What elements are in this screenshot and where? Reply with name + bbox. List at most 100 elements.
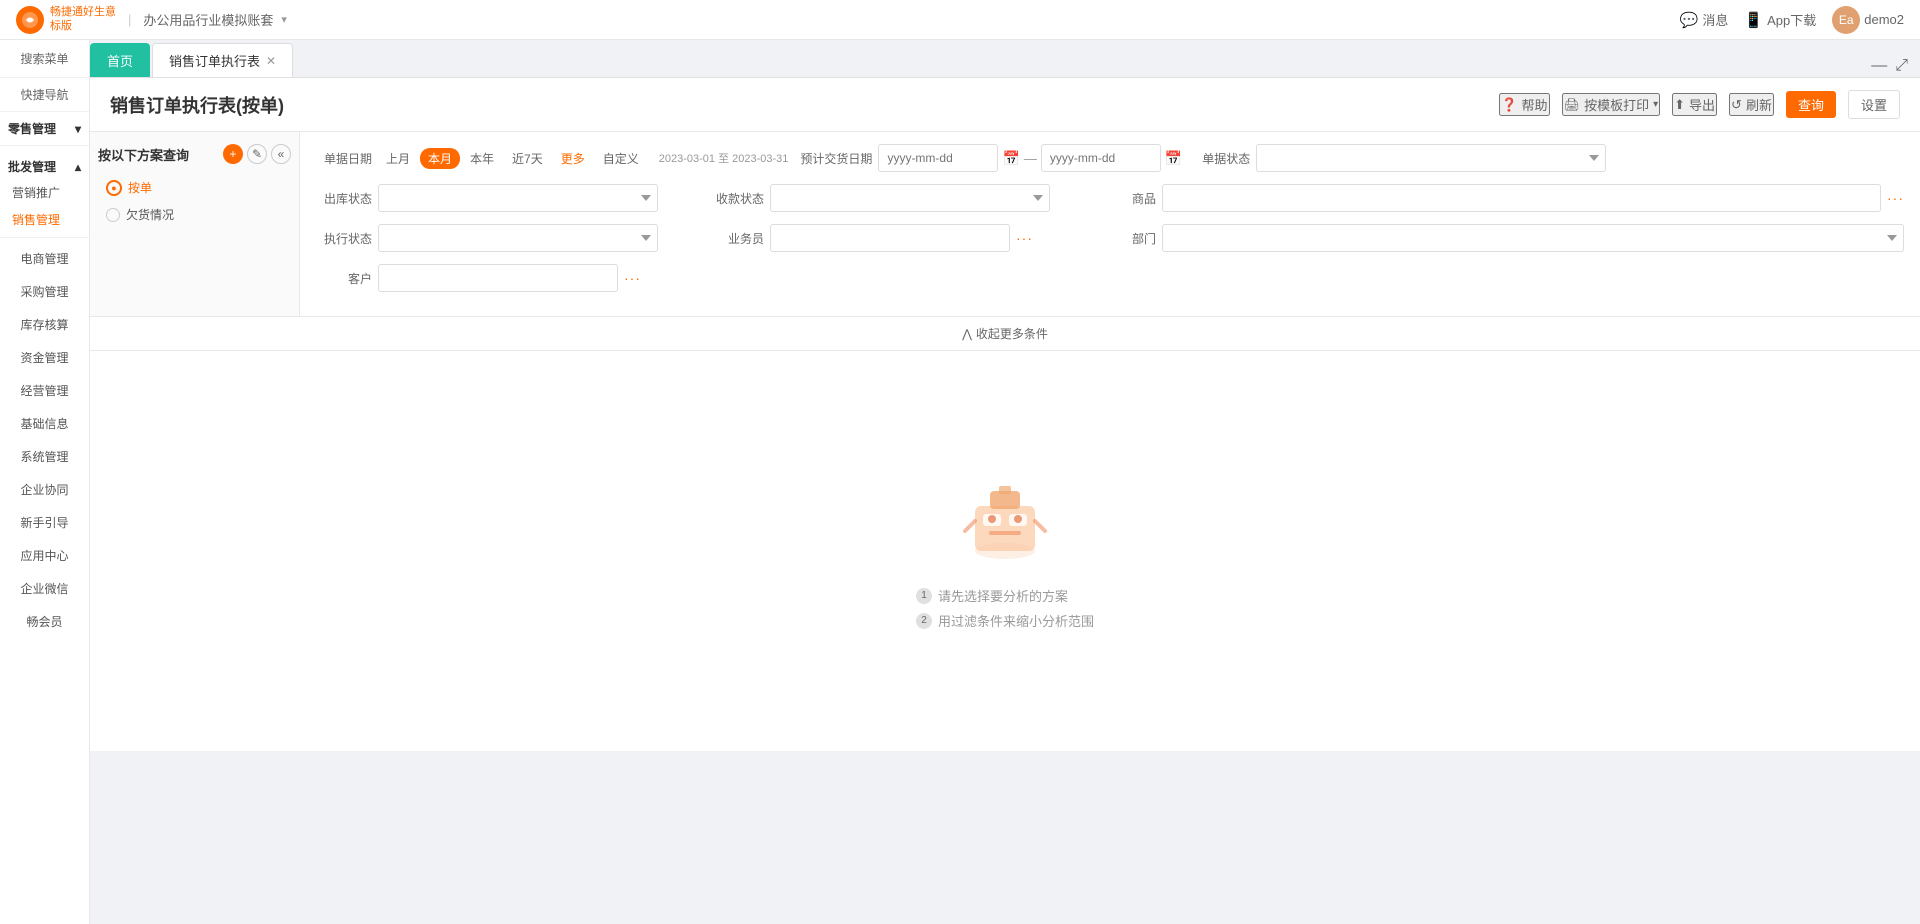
date-tab-custom[interactable]: 自定义 bbox=[595, 148, 647, 169]
avatar: Ea bbox=[1832, 6, 1860, 34]
logo-text: 畅捷通好生意 标版 bbox=[50, 6, 116, 32]
sidebar-subitem-sales[interactable]: 销售管理 bbox=[0, 206, 89, 233]
download-icon: 📱 bbox=[1744, 11, 1763, 29]
collapse-scheme-btn[interactable]: « bbox=[271, 144, 291, 164]
page-content: 销售订单执行表(按单) ❓ 帮助 🖨 按模板打印 ▾ ⬆ 导出 bbox=[90, 78, 1920, 924]
expected-date-range: 📅 — 📅 bbox=[878, 144, 1182, 172]
status-select[interactable] bbox=[1256, 144, 1606, 172]
sidebar-item-newbie[interactable]: 新手引导 bbox=[0, 506, 89, 539]
print-icon: 🖨 bbox=[1564, 97, 1581, 113]
filter-scheme-header: 按以下方案查询 + ✎ « bbox=[98, 144, 291, 164]
empty-tip-1: 1 请先选择要分析的方案 bbox=[916, 586, 1094, 605]
scheme-active-icon: ● bbox=[106, 180, 122, 196]
tab-minimize-icon[interactable]: — bbox=[1871, 57, 1887, 75]
query-btn[interactable]: 查询 bbox=[1786, 91, 1836, 118]
sidebar-item-ops[interactable]: 经营管理 bbox=[0, 374, 89, 407]
date-tab-last-month[interactable]: 上月 bbox=[378, 148, 418, 169]
sidebar-item-system[interactable]: 系统管理 bbox=[0, 440, 89, 473]
refresh-btn[interactable]: ↺ 刷新 bbox=[1729, 93, 1774, 116]
add-scheme-btn[interactable]: + bbox=[223, 144, 243, 164]
title-actions: ❓ 帮助 🖨 按模板打印 ▾ ⬆ 导出 ↺ 刷新 bbox=[1499, 90, 1900, 119]
message-btn[interactable]: 💬 消息 bbox=[1680, 10, 1729, 29]
goods-input[interactable] bbox=[1162, 184, 1881, 212]
tab-home[interactable]: 首页 bbox=[90, 43, 150, 77]
sidebar-group-wholesale: 批发管理 ▴ 营销推广 销售管理 bbox=[0, 150, 89, 238]
sidebar-item-wholesale[interactable]: 批发管理 ▴ bbox=[0, 150, 89, 179]
sidebar-item-wechat[interactable]: 企业微信 bbox=[0, 572, 89, 605]
edit-scheme-btn[interactable]: ✎ bbox=[247, 144, 267, 164]
collapse-conditions-btn[interactable]: ⋀ 收起更多条件 bbox=[962, 325, 1048, 342]
sidebar-item-basic[interactable]: 基础信息 bbox=[0, 407, 89, 440]
payment-status-select[interactable] bbox=[770, 184, 1050, 212]
app-title-dropdown-icon[interactable]: ▾ bbox=[281, 13, 287, 26]
print-btn[interactable]: 🖨 按模板打印 ▾ bbox=[1562, 93, 1661, 116]
filter-expected-date-field: 预计交货日期 📅 — 📅 bbox=[800, 144, 1182, 172]
export-icon: ⬆ bbox=[1674, 97, 1685, 113]
salesperson-input[interactable] bbox=[770, 224, 1010, 252]
filter-exec-status-field: 执行状态 bbox=[316, 224, 696, 252]
dept-select[interactable] bbox=[1162, 224, 1904, 252]
out-status-select[interactable] bbox=[378, 184, 658, 212]
calendar-start-icon[interactable]: 📅 bbox=[1002, 150, 1019, 167]
sidebar-item-ecommerce[interactable]: 电商管理 bbox=[0, 242, 89, 275]
date-tab-this-month[interactable]: 本月 bbox=[420, 148, 460, 169]
main-layout: 搜索菜单 快捷导航 零售管理 ▾ 批发管理 ▴ 营销推广 销售管理 电商管理 采… bbox=[0, 40, 1920, 924]
header-left: 畅捷通好生意 标版 | 办公用品行业模拟账套 ▾ bbox=[16, 6, 287, 34]
tab-sales-exec[interactable]: 销售订单执行表 ✕ bbox=[152, 43, 293, 77]
expected-date-start[interactable] bbox=[878, 144, 998, 172]
filter-row-2: 出库状态 收款状态 商品 bbox=[316, 184, 1904, 212]
tab-close-icon[interactable]: ✕ bbox=[266, 54, 276, 68]
sidebar: 搜索菜单 快捷导航 零售管理 ▾ 批发管理 ▴ 营销推广 销售管理 电商管理 采… bbox=[0, 40, 90, 924]
scheme-item-press[interactable]: ● 按单 bbox=[98, 174, 291, 201]
empty-state: 1 请先选择要分析的方案 2 用过滤条件来缩小分析范围 bbox=[90, 351, 1920, 751]
empty-tip-2: 2 用过滤条件来缩小分析范围 bbox=[916, 611, 1094, 630]
sidebar-item-purchase[interactable]: 采购管理 bbox=[0, 275, 89, 308]
sidebar-item-retail[interactable]: 零售管理 ▾ bbox=[0, 112, 89, 141]
logo-area: 畅捷通好生意 标版 bbox=[16, 6, 116, 34]
customer-more-icon[interactable]: ··· bbox=[624, 270, 641, 286]
settings-btn[interactable]: 设置 bbox=[1848, 90, 1900, 119]
date-tab-this-year[interactable]: 本年 bbox=[462, 148, 502, 169]
tab-bar-actions: — ⤢ bbox=[1871, 57, 1920, 77]
date-range-display: 2023-03-01 至 2023-03-31 bbox=[659, 150, 789, 166]
expected-date-end[interactable] bbox=[1041, 144, 1161, 172]
scheme-item-debt[interactable]: 欠货情况 bbox=[98, 201, 291, 228]
sidebar-search[interactable]: 搜索菜单 bbox=[0, 40, 89, 78]
header-right: 💬 消息 📱 App下载 Ea demo2 bbox=[1680, 6, 1904, 34]
date-tab-last7[interactable]: 近7天 bbox=[504, 148, 551, 169]
calendar-end-icon[interactable]: 📅 bbox=[1165, 150, 1182, 167]
help-icon: ❓ bbox=[1501, 97, 1517, 113]
collapse-arrow-icon: ⋀ bbox=[962, 327, 972, 341]
date-tabs: 上月 本月 本年 近7天 更多 自定义 bbox=[378, 148, 647, 169]
sidebar-item-member[interactable]: 畅会员 bbox=[0, 605, 89, 638]
date-tab-more[interactable]: 更多 bbox=[553, 148, 593, 169]
app-download-btn[interactable]: 📱 App下载 bbox=[1744, 10, 1816, 29]
logo-icon bbox=[16, 6, 44, 34]
empty-tips: 1 请先选择要分析的方案 2 用过滤条件来缩小分析范围 bbox=[916, 586, 1094, 636]
filter-goods-field: 商品 ··· bbox=[1100, 184, 1904, 212]
sidebar-item-inventory[interactable]: 库存核算 bbox=[0, 308, 89, 341]
message-icon: 💬 bbox=[1680, 11, 1699, 29]
goods-more-icon[interactable]: ··· bbox=[1887, 190, 1904, 206]
exec-status-select[interactable] bbox=[378, 224, 658, 252]
user-menu[interactable]: Ea demo2 bbox=[1832, 6, 1904, 34]
sidebar-item-appstore[interactable]: 应用中心 bbox=[0, 539, 89, 572]
page-title-bar: 销售订单执行表(按单) ❓ 帮助 🖨 按模板打印 ▾ ⬆ 导出 bbox=[90, 78, 1920, 132]
sidebar-group-retail: 零售管理 ▾ bbox=[0, 112, 89, 146]
sidebar-subitem-marketing[interactable]: 营销推广 bbox=[0, 179, 89, 206]
salesperson-more-icon[interactable]: ··· bbox=[1016, 230, 1033, 246]
filter-salesperson-field: 业务员 ··· bbox=[708, 224, 1088, 252]
sidebar-item-corp[interactable]: 企业协同 bbox=[0, 473, 89, 506]
filter-row-4: 客户 ··· bbox=[316, 264, 1904, 292]
export-btn[interactable]: ⬆ 导出 bbox=[1672, 93, 1717, 116]
filter-row-1: 单据日期 上月 本月 本年 近7天 更多 自定义 2023-03-0 bbox=[316, 144, 1904, 172]
empty-illustration bbox=[955, 466, 1055, 566]
customer-input[interactable] bbox=[378, 264, 618, 292]
help-btn[interactable]: ❓ 帮助 bbox=[1499, 93, 1549, 116]
page-title: 销售订单执行表(按单) bbox=[110, 92, 284, 118]
sidebar-quicknav[interactable]: 快捷导航 bbox=[0, 78, 89, 112]
sidebar-item-finance[interactable]: 资金管理 bbox=[0, 341, 89, 374]
filter-scheme-icons: + ✎ « bbox=[223, 144, 291, 164]
tab-maximize-icon[interactable]: ⤢ bbox=[1895, 57, 1908, 75]
content-area: 首页 销售订单执行表 ✕ — ⤢ 销售订单执行表(按单) ❓ 帮助 bbox=[90, 40, 1920, 924]
